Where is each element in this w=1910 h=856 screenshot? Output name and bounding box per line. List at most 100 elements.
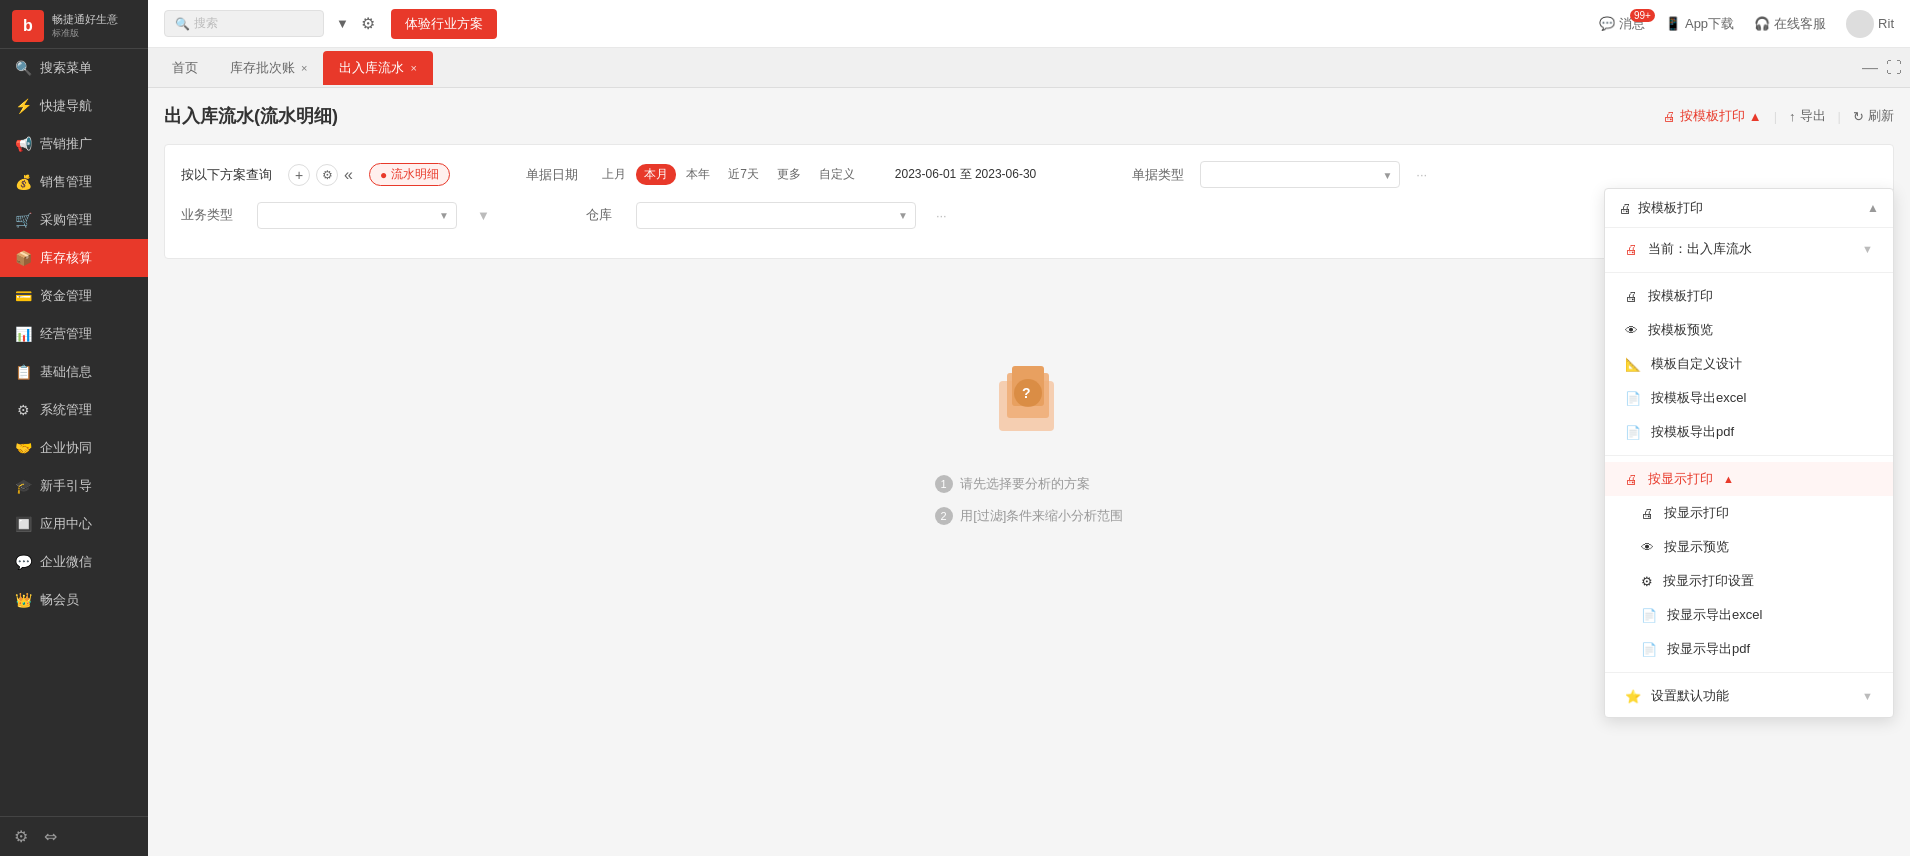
- system-icon: ⚙: [14, 402, 32, 418]
- warehouse-select[interactable]: [636, 202, 916, 229]
- biz-type-more-icon[interactable]: ▼: [477, 208, 490, 223]
- topbar-search-box[interactable]: 🔍 搜索: [164, 10, 324, 37]
- tab-flow[interactable]: 出入库流水 ×: [323, 51, 432, 85]
- filter-collapse-icon[interactable]: «: [344, 166, 353, 184]
- export-label: 导出: [1800, 107, 1826, 125]
- maximize-icon[interactable]: ⛶: [1886, 59, 1902, 77]
- refresh-btn[interactable]: ↻ 刷新: [1853, 107, 1894, 125]
- sidebar-item-label: 采购管理: [40, 211, 92, 229]
- page-header: 出入库流水(流水明细) 🖨 按模板打印 ▲ | ↑ 导出 | ↻: [164, 104, 1894, 128]
- date-tab-this-month[interactable]: 本月: [636, 164, 676, 185]
- filter-settings-btn[interactable]: ⚙: [316, 164, 338, 186]
- tip-num-1: 1: [935, 475, 953, 493]
- dropdown-header: 🖨 按模板打印 ▲: [1605, 189, 1893, 228]
- date-tab-custom[interactable]: 自定义: [811, 164, 863, 185]
- export-btn[interactable]: ↑ 导出: [1789, 107, 1826, 125]
- headset-icon: 🎧: [1754, 16, 1770, 31]
- search-icon: 🔍: [14, 60, 32, 76]
- dropdown-item-template-print[interactable]: 🖨 按模板打印: [1605, 279, 1893, 313]
- settings-icon[interactable]: ⚙: [14, 827, 28, 846]
- app-download-btn[interactable]: 📱 App下载: [1665, 15, 1734, 33]
- type-filter-select[interactable]: [1200, 161, 1400, 188]
- template-print-btn[interactable]: 🖨 按模板打印 ▲: [1663, 107, 1762, 125]
- user-name: Rit: [1878, 16, 1894, 31]
- sidebar-item-enterprise[interactable]: 🤝 企业协同: [0, 429, 148, 467]
- dropdown-current-item[interactable]: 🖨 当前：出入库流水 ▼: [1605, 232, 1893, 266]
- dropdown-item-set-default[interactable]: ⭐ 设置默认功能 ▼: [1605, 679, 1893, 713]
- dropdown-item-display-settings[interactable]: ⚙ 按显示打印设置: [1605, 564, 1893, 598]
- type-filter-more-icon[interactable]: ···: [1416, 167, 1427, 182]
- sidebar-item-label: 系统管理: [40, 401, 92, 419]
- separator-1: [1605, 272, 1893, 273]
- current-print-icon: 🖨: [1625, 242, 1638, 257]
- item-label: 按模板导出excel: [1651, 389, 1746, 407]
- date-tab-7days[interactable]: 近7天: [720, 164, 767, 185]
- main-area: 🔍 搜索 ▼ ⚙ 体验行业方案 💬 消息 99+ 📱 App下载 🎧 在线客服: [148, 0, 1910, 856]
- dropdown-item-template-pdf[interactable]: 📄 按模板导出pdf: [1605, 415, 1893, 449]
- sidebar-item-inventory[interactable]: 📦 库存核算: [0, 239, 148, 277]
- sidebar-item-basic[interactable]: 📋 基础信息: [0, 353, 148, 391]
- sidebar-item-quick-nav[interactable]: ⚡ 快捷导航: [0, 87, 148, 125]
- tab-flow-close-icon[interactable]: ×: [410, 62, 416, 74]
- sidebar-item-marketing[interactable]: 📢 营销推广: [0, 125, 148, 163]
- dropdown-item-template-excel[interactable]: 📄 按模板导出excel: [1605, 381, 1893, 415]
- sidebar-item-label: 新手引导: [40, 477, 92, 495]
- sidebar-item-wechat[interactable]: 💬 企业微信: [0, 543, 148, 581]
- dropdown-item-template-preview[interactable]: 👁 按模板预览: [1605, 313, 1893, 347]
- dropdown-current-label: 当前：出入库流水: [1648, 240, 1752, 258]
- industry-btn[interactable]: 体验行业方案: [391, 9, 497, 39]
- sidebar-item-finance[interactable]: 💳 资金管理: [0, 277, 148, 315]
- sidebar-item-search[interactable]: 🔍 搜索菜单: [0, 49, 148, 87]
- filter-add-btn[interactable]: +: [288, 164, 310, 186]
- type-filter-select-wrap: [1200, 161, 1400, 188]
- message-btn[interactable]: 💬 消息 99+: [1599, 15, 1645, 33]
- template-custom-icon: 📐: [1625, 357, 1641, 372]
- dropdown-item-template-custom[interactable]: 📐 模板自定义设计: [1605, 347, 1893, 381]
- tab-batch-close-icon[interactable]: ×: [301, 62, 307, 74]
- warehouse-more-icon[interactable]: ···: [936, 208, 947, 223]
- user-profile[interactable]: Rit: [1846, 10, 1894, 38]
- collapse-sidebar-icon[interactable]: ⇔: [44, 827, 57, 846]
- sidebar-item-app-center[interactable]: 🔲 应用中心: [0, 505, 148, 543]
- sidebar-item-guide[interactable]: 🎓 新手引导: [0, 467, 148, 505]
- sidebar-item-sales[interactable]: 💰 销售管理: [0, 163, 148, 201]
- biz-type-label: 业务类型: [181, 206, 233, 224]
- empty-tip-1: 请先选择要分析的方案: [960, 476, 1090, 491]
- tab-batch-account[interactable]: 库存批次账 ×: [214, 51, 323, 85]
- date-tab-more[interactable]: 更多: [769, 164, 809, 185]
- divider1: |: [1774, 109, 1777, 124]
- page-title: 出入库流水(流水明细): [164, 104, 338, 128]
- tab-batch-label: 库存批次账: [230, 59, 295, 77]
- biz-type-select-wrap: [257, 202, 457, 229]
- sidebar-item-member[interactable]: 👑 畅会员: [0, 581, 148, 619]
- filter-row-1: 按以下方案查询 + ⚙ « ● 流水明细 单据日期 上月 本月 本年: [181, 161, 1877, 188]
- sidebar-item-operations[interactable]: 📊 经营管理: [0, 315, 148, 353]
- dropdown-current-arrow: ▼: [1862, 243, 1873, 255]
- item-label: 模板自定义设计: [1651, 355, 1742, 373]
- dropdown-item-display-pdf[interactable]: 📄 按显示导出pdf: [1605, 632, 1893, 666]
- dropdown-item-display-preview[interactable]: 👁 按显示预览: [1605, 530, 1893, 564]
- dropdown-header-up-icon[interactable]: ▲: [1867, 201, 1879, 215]
- print-icon: 🖨: [1663, 109, 1676, 124]
- date-tab-this-year[interactable]: 本年: [678, 164, 718, 185]
- sidebar-item-system[interactable]: ⚙ 系统管理: [0, 391, 148, 429]
- sidebar-bottom: ⚙ ⇔: [0, 816, 148, 856]
- search-dropdown-arrow[interactable]: ▼: [336, 16, 349, 31]
- enterprise-icon: 🤝: [14, 440, 32, 456]
- sidebar-item-label: 应用中心: [40, 515, 92, 533]
- dropdown-item-display-excel[interactable]: 📄 按显示导出excel: [1605, 598, 1893, 632]
- dropdown-display-header[interactable]: 🖨 按显示打印 ▲: [1605, 462, 1893, 496]
- biz-type-select[interactable]: [257, 202, 457, 229]
- filter-label: 按以下方案查询: [181, 166, 272, 184]
- online-service-btn[interactable]: 🎧 在线客服: [1754, 15, 1826, 33]
- search-icon: 🔍: [175, 17, 190, 31]
- filter-tag[interactable]: ● 流水明细: [369, 163, 450, 186]
- minimize-icon[interactable]: —: [1862, 59, 1878, 77]
- sidebar-item-purchase[interactable]: 🛒 采购管理: [0, 201, 148, 239]
- date-tab-last-month[interactable]: 上月: [594, 164, 634, 185]
- topbar-gear-icon[interactable]: ⚙: [361, 14, 375, 33]
- display-section-arrow: ▲: [1723, 473, 1734, 485]
- dropdown-item-display-print[interactable]: 🖨 按显示打印: [1605, 496, 1893, 530]
- display-preview-icon: 👁: [1641, 540, 1654, 555]
- tab-home[interactable]: 首页: [156, 51, 214, 85]
